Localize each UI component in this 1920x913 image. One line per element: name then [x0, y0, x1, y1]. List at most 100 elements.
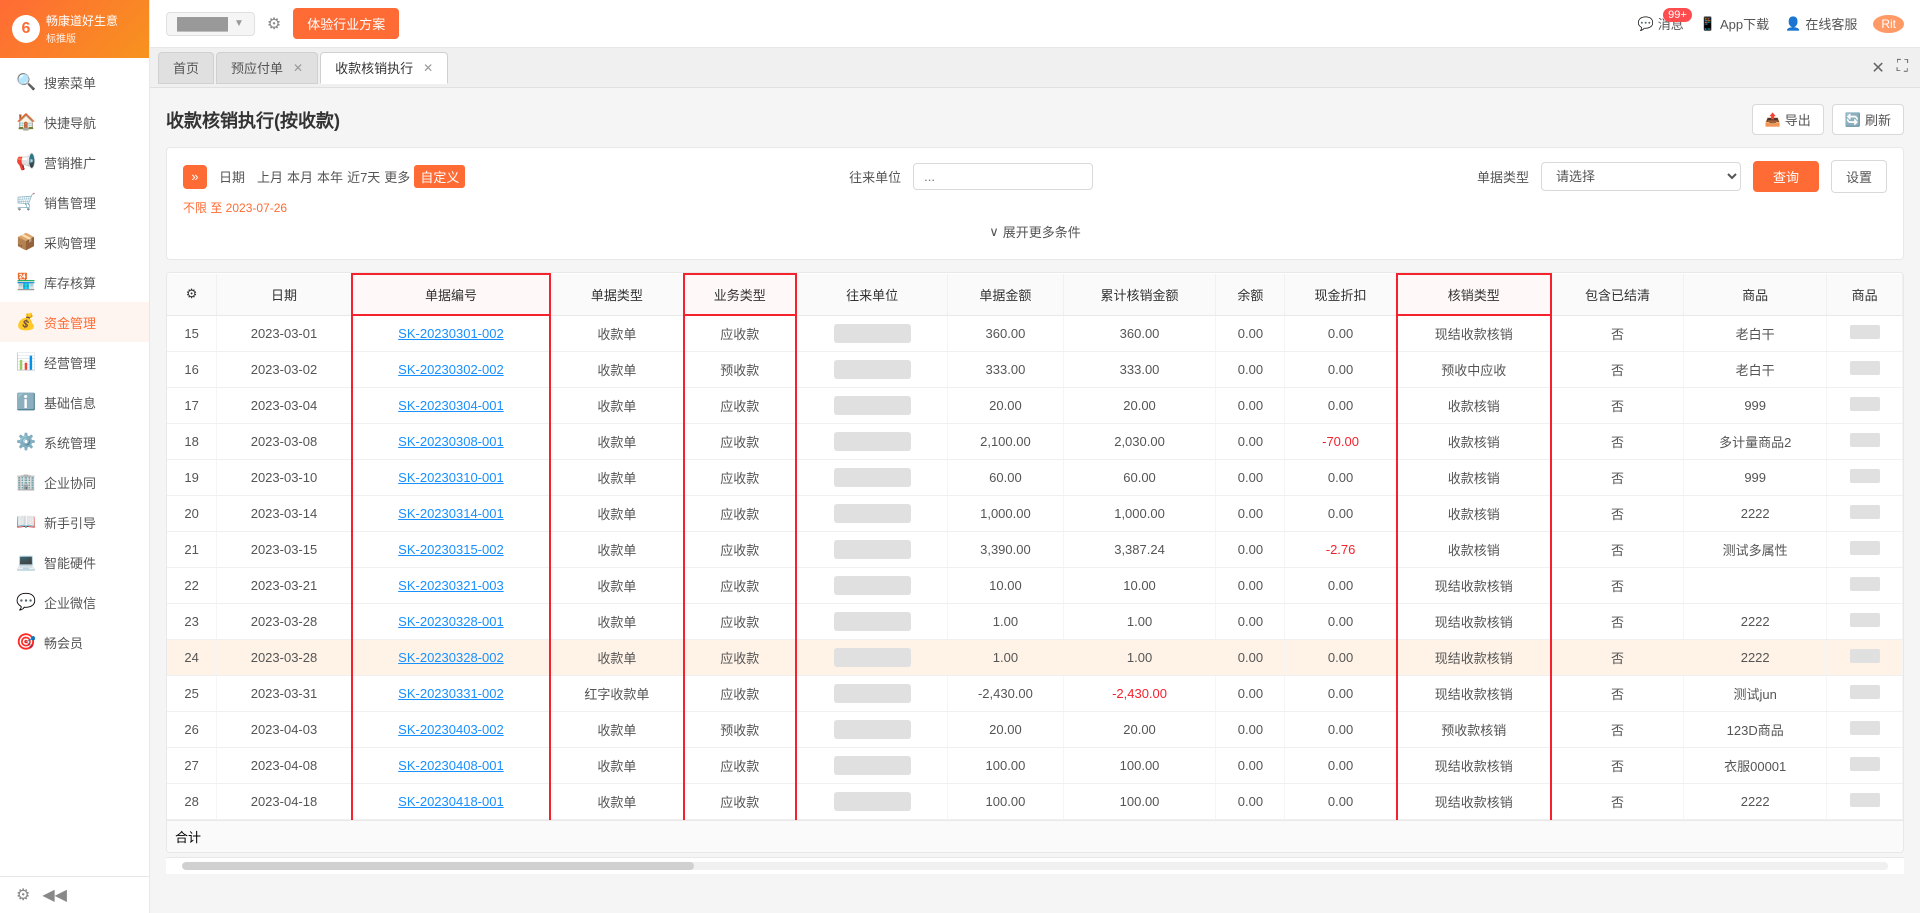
sidebar-item-purchase[interactable]: 📦采购管理: [0, 222, 149, 262]
cell-product: 2222: [1684, 784, 1827, 820]
bill-no-link[interactable]: SK-20230304-001: [398, 398, 504, 413]
bill-no-link[interactable]: SK-20230418-001: [398, 794, 504, 809]
customer-service-button[interactable]: 👤 在线客服: [1785, 14, 1857, 33]
sidebar-item-member[interactable]: 🎯畅会员: [0, 622, 149, 662]
sidebar-item-corp[interactable]: 🏢企业协同: [0, 462, 149, 502]
cell-bill-no: SK-20230314-001: [352, 496, 550, 532]
tab-home[interactable]: 首页: [158, 52, 214, 84]
cell-bill-type: 收款单: [550, 784, 683, 820]
tab-collection-close-icon[interactable]: ✕: [423, 61, 433, 75]
sidebar-item-system[interactable]: ⚙️系统管理: [0, 422, 149, 462]
bill-no-link[interactable]: SK-20230301-002: [398, 326, 504, 341]
sidebar-item-sales[interactable]: 🛒销售管理: [0, 182, 149, 222]
refresh-button[interactable]: 🔄 刷新: [1832, 104, 1904, 135]
app-download-button[interactable]: 📱 App下载: [1700, 14, 1769, 33]
cell-verified: 100.00: [1063, 784, 1216, 820]
tab-pre-payment[interactable]: 预应付单 ✕: [216, 52, 318, 84]
cell-no: 28: [167, 784, 217, 820]
partner-filter-input[interactable]: [913, 163, 1093, 190]
cell-balance: 0.00: [1216, 676, 1285, 712]
bill-no-link[interactable]: SK-20230310-001: [398, 470, 504, 485]
settings-icon[interactable]: ⚙: [16, 885, 30, 905]
cell-product: 2222: [1684, 640, 1827, 676]
cell-date: 2023-03-21: [217, 568, 352, 604]
cell-verify-type: 现结收款核销: [1397, 784, 1551, 820]
bill-no-link[interactable]: SK-20230315-002: [398, 542, 504, 557]
bill-no-link[interactable]: SK-20230331-002: [398, 686, 504, 701]
tab-maximize-icon[interactable]: ⛶: [1893, 56, 1912, 80]
bill-type-filter-select[interactable]: 请选择: [1541, 162, 1741, 191]
cell-bill-no: SK-20230418-001: [352, 784, 550, 820]
expand-more-button[interactable]: ∨ 展开更多条件: [183, 216, 1887, 247]
tab-collection[interactable]: 收款核销执行 ✕: [320, 52, 448, 84]
cell-product2: [1827, 784, 1903, 820]
cell-balance: 0.00: [1216, 315, 1285, 352]
cell-verify-type: 收款核销: [1397, 532, 1551, 568]
export-button[interactable]: 📤 导出: [1752, 104, 1824, 135]
bill-no-link[interactable]: SK-20230321-003: [398, 578, 504, 593]
sidebar-item-marketing[interactable]: 📢营销推广: [0, 142, 149, 182]
sidebar-item-hardware[interactable]: 💻智能硬件: [0, 542, 149, 582]
tab-close-all-icon[interactable]: ✕: [1867, 56, 1888, 80]
date-custom[interactable]: 自定义: [414, 165, 465, 188]
sidebar-item-wechat[interactable]: 💬企业微信: [0, 582, 149, 622]
cell-amount: -2,430.00: [948, 676, 1064, 712]
cell-balance: 0.00: [1216, 460, 1285, 496]
date-more[interactable]: 更多: [384, 167, 410, 186]
sidebar-item-basic[interactable]: ℹ️基础信息: [0, 382, 149, 422]
date-this-month[interactable]: 本月: [287, 167, 313, 186]
bill-no-link[interactable]: SK-20230314-001: [398, 506, 504, 521]
cell-verify-type: 现结收款核销: [1397, 676, 1551, 712]
table-row: 24 2023-03-28 SK-20230328-002 收款单 应收款 ██…: [167, 640, 1903, 676]
cell-bill-type: 收款单: [550, 640, 683, 676]
sidebar-logo: 6 畅康道好生意 标推版: [0, 0, 149, 58]
cell-include-settled: 否: [1551, 568, 1684, 604]
cell-date: 2023-03-28: [217, 640, 352, 676]
trial-button[interactable]: 体验行业方案: [293, 8, 399, 39]
sidebar-item-search[interactable]: 🔍搜索菜单: [0, 62, 149, 102]
bill-no-link[interactable]: SK-20230308-001: [398, 434, 504, 449]
collapse-icon[interactable]: ◀◀: [42, 885, 67, 905]
total-row: 合计: [167, 820, 1903, 852]
sidebar: 6 畅康道好生意 标推版 🔍搜索菜单🏠快捷导航📢营销推广🛒销售管理📦采购管理🏪库…: [0, 0, 150, 913]
sidebar-item-quick[interactable]: 🏠快捷导航: [0, 102, 149, 142]
date-this-year[interactable]: 本年: [317, 167, 343, 186]
cell-product2: [1827, 604, 1903, 640]
cell-biz-type: 预收款: [684, 712, 796, 748]
bill-no-link[interactable]: SK-20230328-001: [398, 614, 504, 629]
user-avatar[interactable]: Rit: [1873, 16, 1904, 31]
sidebar-item-operations[interactable]: 📊经营管理: [0, 342, 149, 382]
bill-no-link[interactable]: SK-20230328-002: [398, 650, 504, 665]
message-button[interactable]: 💬 消息 99+: [1638, 14, 1684, 33]
sidebar-item-guide[interactable]: 📖新手引导: [0, 502, 149, 542]
sidebar-item-wechat-label: 企业微信: [44, 593, 96, 612]
cell-date: 2023-03-15: [217, 532, 352, 568]
cell-product: 2222: [1684, 496, 1827, 532]
bill-no-link[interactable]: SK-20230403-002: [398, 722, 504, 737]
tab-pre-payment-close-icon[interactable]: ✕: [293, 61, 303, 75]
cell-product: 衣服00001: [1684, 748, 1827, 784]
cell-no: 21: [167, 532, 217, 568]
cell-cash-discount: 0.00: [1285, 784, 1397, 820]
cell-verify-type: 现结收款核销: [1397, 604, 1551, 640]
sidebar-item-inventory[interactable]: 🏪库存核算: [0, 262, 149, 302]
bill-no-link[interactable]: SK-20230408-001: [398, 758, 504, 773]
date-7days[interactable]: 近7天: [347, 167, 380, 186]
cell-product2: [1827, 568, 1903, 604]
filter-toggle-button[interactable]: »: [183, 165, 207, 189]
cell-bill-type: 收款单: [550, 460, 683, 496]
scroll-track[interactable]: [182, 862, 1888, 870]
bill-no-link[interactable]: SK-20230302-002: [398, 362, 504, 377]
setting-button[interactable]: 设置: [1831, 160, 1887, 193]
cell-bill-no: SK-20230308-001: [352, 424, 550, 460]
workspace-selector[interactable]: ██████ ▼: [166, 12, 255, 36]
topbar-gear-icon[interactable]: ⚙: [267, 14, 281, 34]
cell-bill-type: 收款单: [550, 496, 683, 532]
query-button[interactable]: 查询: [1753, 161, 1819, 192]
th-settings[interactable]: ⚙: [167, 274, 217, 315]
sidebar-item-finance[interactable]: 💰资金管理: [0, 302, 149, 342]
scroll-thumb[interactable]: [182, 862, 694, 870]
cell-product2: [1827, 532, 1903, 568]
date-prev-month[interactable]: 上月: [257, 167, 283, 186]
cell-no: 27: [167, 748, 217, 784]
